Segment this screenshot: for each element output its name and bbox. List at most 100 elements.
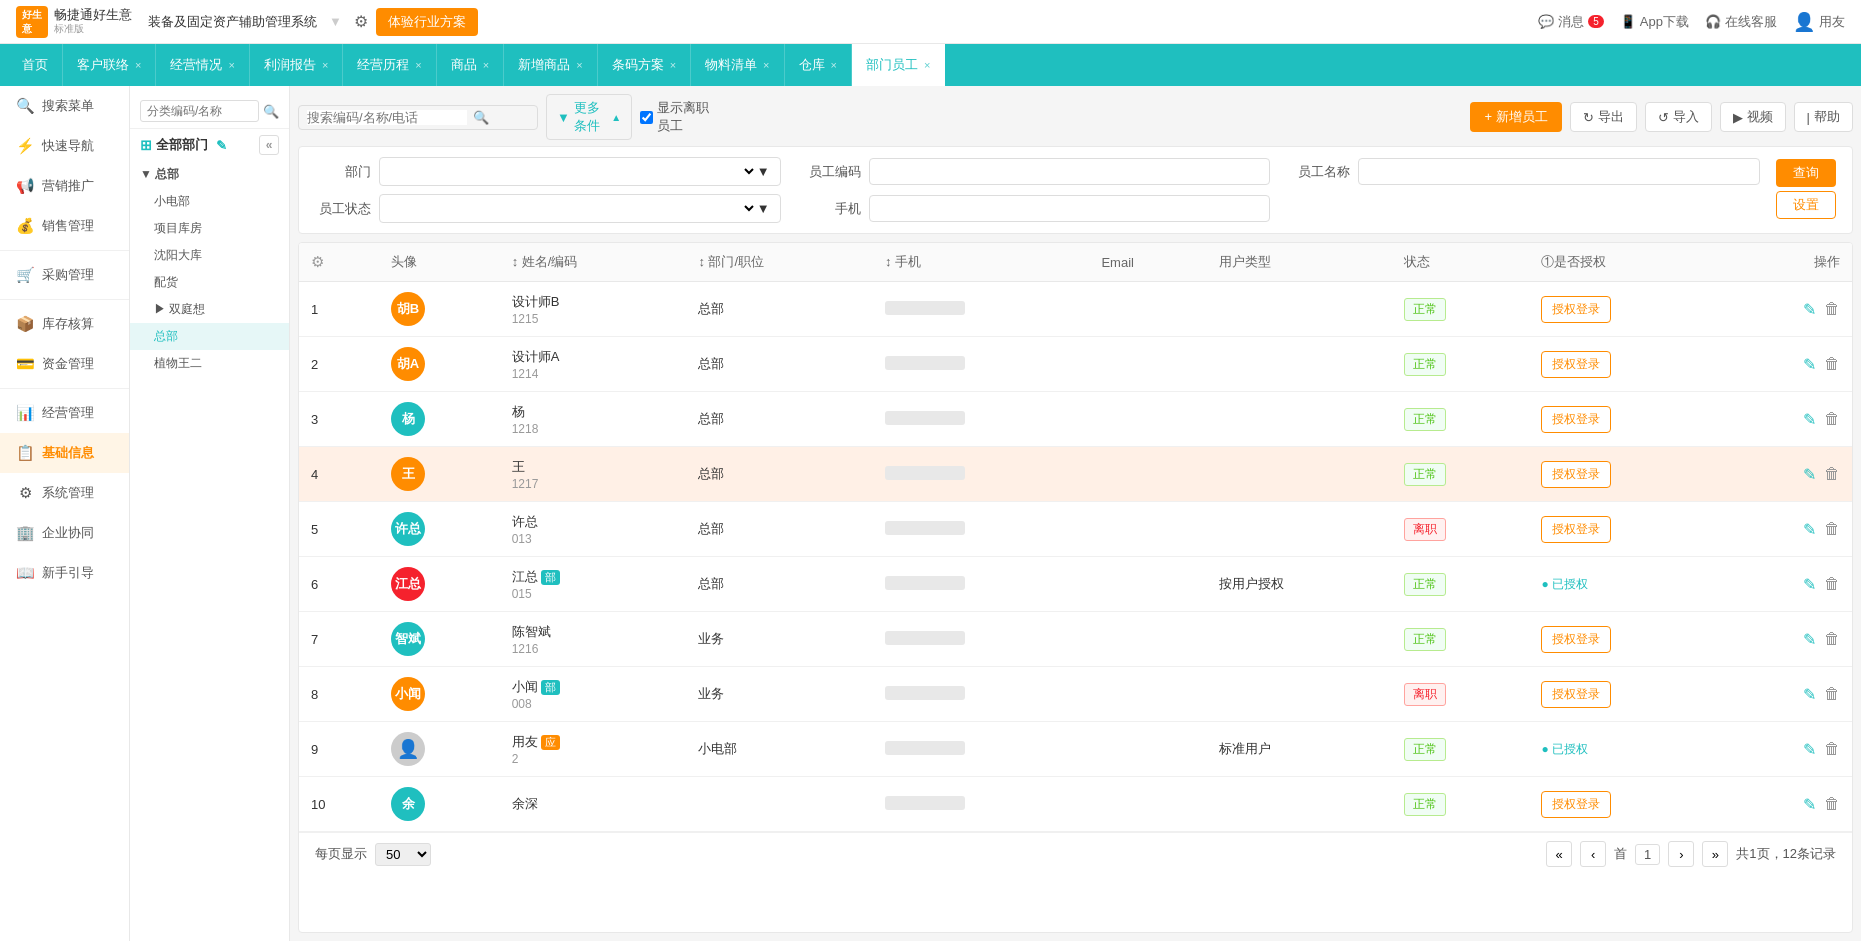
auth-button[interactable]: 授权登录: [1541, 791, 1611, 818]
sidebar-item-enterprise[interactable]: 🏢企业协同: [0, 513, 129, 553]
auth-button[interactable]: 授权登录: [1541, 461, 1611, 488]
sidebar-item-marketing[interactable]: 📢营销推广: [0, 166, 129, 206]
sidebar-item-system[interactable]: ⚙系统管理: [0, 473, 129, 513]
dept-item-shenyang-big[interactable]: 沈阳大库: [130, 242, 289, 269]
close-tab-icon[interactable]: ×: [483, 59, 489, 71]
emp-name-input[interactable]: [1358, 158, 1760, 185]
dept-select[interactable]: [390, 163, 757, 180]
help-button[interactable]: | 帮助: [1794, 102, 1853, 132]
close-tab-icon[interactable]: ×: [415, 59, 421, 71]
close-tab-icon[interactable]: ×: [135, 59, 141, 71]
nav-tab-process[interactable]: 经营历程×: [343, 44, 436, 86]
delete-icon[interactable]: 🗑: [1824, 355, 1840, 373]
close-tab-icon[interactable]: ×: [831, 59, 837, 71]
close-tab-icon[interactable]: ×: [924, 59, 930, 71]
nav-tab-profit[interactable]: 利润报告×: [250, 44, 343, 86]
auth-button[interactable]: 授权登录: [1541, 516, 1611, 543]
th-dept-position[interactable]: ↕ 部门/职位: [686, 243, 873, 282]
edit-icon[interactable]: ✎: [1803, 300, 1816, 319]
show-resign-label[interactable]: 显示离职员工: [640, 99, 714, 135]
close-tab-icon[interactable]: ×: [670, 59, 676, 71]
gear-icon[interactable]: ⚙: [354, 12, 368, 31]
query-button[interactable]: 查询: [1776, 159, 1836, 187]
sidebar-item-search[interactable]: 🔍搜索菜单: [0, 86, 129, 126]
dept-item-distribution[interactable]: 配货: [130, 269, 289, 296]
sidebar-item-purchase[interactable]: 🛒采购管理: [0, 255, 129, 295]
auth-button[interactable]: 授权登录: [1541, 351, 1611, 378]
close-tab-icon[interactable]: ×: [322, 59, 328, 71]
auth-button[interactable]: 授权登录: [1541, 626, 1611, 653]
sidebar-item-guide[interactable]: 📖新手引导: [0, 553, 129, 593]
dept-search-input[interactable]: [140, 100, 259, 122]
delete-icon[interactable]: 🗑: [1824, 300, 1840, 318]
search-icon[interactable]: 🔍: [473, 110, 489, 125]
dept-item-small-elec[interactable]: 小电部: [130, 188, 289, 215]
set-button[interactable]: 设置: [1776, 191, 1836, 219]
delete-icon[interactable]: 🗑: [1824, 465, 1840, 483]
last-page-btn[interactable]: »: [1702, 841, 1728, 867]
emp-status-select[interactable]: [390, 200, 757, 217]
auth-button[interactable]: 授权登录: [1541, 681, 1611, 708]
th-settings[interactable]: ⚙: [299, 243, 379, 282]
delete-icon[interactable]: 🗑: [1824, 795, 1840, 813]
messages-btn[interactable]: 💬 消息 5: [1538, 13, 1604, 31]
delete-icon[interactable]: 🗑: [1824, 685, 1840, 703]
delete-icon[interactable]: 🗑: [1824, 740, 1840, 758]
next-page-btn[interactable]: ›: [1668, 841, 1694, 867]
auth-button[interactable]: 授权登录: [1541, 406, 1611, 433]
sidebar-item-sales[interactable]: 💰销售管理: [0, 206, 129, 246]
show-resign-checkbox[interactable]: [640, 111, 653, 124]
dept-item-headquarters[interactable]: 总部: [130, 323, 289, 350]
delete-icon[interactable]: 🗑: [1824, 410, 1840, 428]
nav-tab-home[interactable]: 首页: [8, 44, 63, 86]
dept-search-icon[interactable]: 🔍: [263, 104, 279, 119]
close-tab-icon[interactable]: ×: [228, 59, 234, 71]
sidebar-item-operation[interactable]: 📊经营管理: [0, 393, 129, 433]
import-button[interactable]: ↺ 导入: [1645, 102, 1712, 132]
user-avatar[interactable]: 👤 用友: [1793, 11, 1845, 33]
th-name-code[interactable]: ↕ 姓名/编码: [500, 243, 687, 282]
current-page[interactable]: 1: [1635, 844, 1660, 865]
sidebar-item-basic[interactable]: 📋基础信息: [0, 433, 129, 473]
view-button[interactable]: ▶ 视频: [1720, 102, 1786, 132]
more-conditions-btn[interactable]: ▼ 更多条件 ▲: [546, 94, 632, 140]
nav-tab-barcode[interactable]: 条码方案×: [598, 44, 691, 86]
sidebar-item-inventory[interactable]: 📦库存核算: [0, 304, 129, 344]
prev-page-btn[interactable]: ‹: [1580, 841, 1606, 867]
th-phone[interactable]: ↕ 手机: [873, 243, 1089, 282]
nav-tab-materials[interactable]: 物料清单×: [691, 44, 784, 86]
edit-icon[interactable]: ✎: [1803, 685, 1816, 704]
edit-icon[interactable]: ✎: [1803, 465, 1816, 484]
all-dept-label[interactable]: 全部部门: [156, 136, 208, 154]
edit-icon[interactable]: ✎: [1803, 740, 1816, 759]
close-tab-icon[interactable]: ×: [763, 59, 769, 71]
nav-tab-warehouse[interactable]: 仓库×: [785, 44, 852, 86]
close-tab-icon[interactable]: ×: [576, 59, 582, 71]
edit-icon[interactable]: ✎: [1803, 355, 1816, 374]
emp-status-select-wrap[interactable]: ▼: [379, 194, 781, 223]
phone-input[interactable]: [869, 195, 1271, 222]
app-download-btn[interactable]: 📱 App下载: [1620, 13, 1689, 31]
nav-tab-customer[interactable]: 客户联络×: [63, 44, 156, 86]
nav-tab-new-goods[interactable]: 新增商品×: [504, 44, 597, 86]
auth-button[interactable]: 授权登录: [1541, 296, 1611, 323]
nav-tab-employees[interactable]: 部门员工×: [852, 44, 945, 86]
edit-icon[interactable]: ✎: [1803, 520, 1816, 539]
trial-button[interactable]: 体验行业方案: [376, 8, 478, 36]
online-service-btn[interactable]: 🎧 在线客服: [1705, 13, 1777, 31]
nav-tab-business[interactable]: 经营情况×: [156, 44, 249, 86]
edit-icon[interactable]: ✎: [1803, 575, 1816, 594]
edit-icon[interactable]: ✎: [1803, 795, 1816, 814]
edit-icon[interactable]: ✎: [1803, 410, 1816, 429]
add-employee-button[interactable]: + 新增员工: [1470, 102, 1561, 132]
dept-item-project-room[interactable]: 项目库房: [130, 215, 289, 242]
first-page-btn[interactable]: «: [1546, 841, 1572, 867]
page-size-select[interactable]: 50 100 200: [375, 843, 431, 866]
dept-item-planting[interactable]: 植物王二: [130, 350, 289, 377]
emp-code-input[interactable]: [869, 158, 1271, 185]
employee-search-input[interactable]: [307, 110, 467, 125]
delete-icon[interactable]: 🗑: [1824, 630, 1840, 648]
dept-item-general[interactable]: ▼ 总部: [130, 161, 289, 188]
edit-icon[interactable]: ✎: [1803, 630, 1816, 649]
sidebar-item-finance[interactable]: 💳资金管理: [0, 344, 129, 384]
